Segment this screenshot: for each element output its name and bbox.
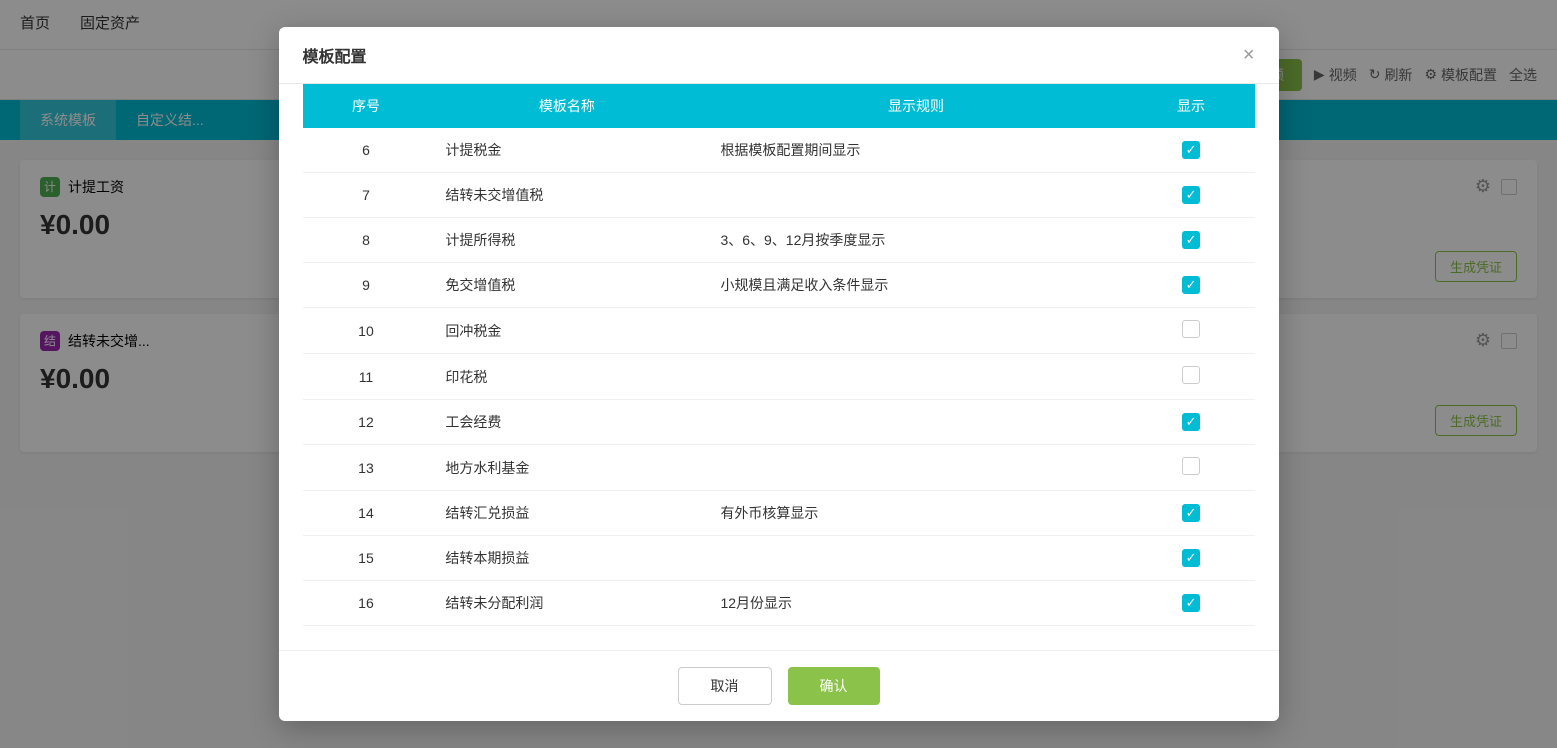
cell-name-3: 免交增值税 [429,263,704,308]
config-table: 序号 模板名称 显示规则 显示 6计提税金根据模板配置期间显示✓7结转未交增值税… [303,84,1255,626]
table-row: 11印花税 [303,354,1255,400]
cell-rule-9 [704,536,1127,581]
cell-check-4 [1128,308,1255,354]
modal-title: 模板配置 [303,43,367,67]
cell-rule-0: 根据模板配置期间显示 [704,128,1127,173]
table-body: 6计提税金根据模板配置期间显示✓7结转未交增值税✓8计提所得税3、6、9、12月… [303,128,1255,626]
col-header-name: 模板名称 [429,84,704,128]
cell-name-2: 计提所得税 [429,218,704,263]
modal-header: 模板配置 × [279,27,1279,84]
col-header-seq: 序号 [303,84,430,128]
cell-rule-2: 3、6、9、12月按季度显示 [704,218,1127,263]
col-header-display: 显示 [1128,84,1255,128]
cell-check-6: ✓ [1128,400,1255,445]
cell-rule-5 [704,354,1127,400]
table-row: 12工会经费 ✓ [303,400,1255,445]
cell-name-9: 结转本期损益 [429,536,704,581]
checkbox-4[interactable] [1182,320,1200,338]
cell-rule-4 [704,308,1127,354]
checkbox-3[interactable]: ✓ [1182,276,1200,294]
cell-seq-3: 9 [303,263,430,308]
modal-overlay: 模板配置 × 序号 模板名称 显示规则 显示 6计提税金根据模板配置期间显示✓7… [0,0,1557,748]
table-row: 8计提所得税3、6、9、12月按季度显示 ✓ [303,218,1255,263]
cell-rule-3: 小规模且满足收入条件显示 [704,263,1127,308]
table-row: 15结转本期损益 ✓ [303,536,1255,581]
checkbox-1[interactable]: ✓ [1182,186,1200,204]
modal-body: 序号 模板名称 显示规则 显示 6计提税金根据模板配置期间显示✓7结转未交增值税… [279,84,1279,650]
cell-check-0: ✓ [1128,128,1255,173]
cell-seq-6: 12 [303,400,430,445]
cell-name-7: 地方水利基金 [429,445,704,491]
cell-name-1: 结转未交增值税 [429,173,704,218]
checkbox-10[interactable]: ✓ [1182,594,1200,612]
cell-seq-9: 15 [303,536,430,581]
cell-check-7 [1128,445,1255,491]
cell-name-8: 结转汇兑损益 [429,491,704,536]
cell-seq-5: 11 [303,354,430,400]
cell-check-2: ✓ [1128,218,1255,263]
cell-seq-7: 13 [303,445,430,491]
cell-name-5: 印花税 [429,354,704,400]
cell-name-6: 工会经费 [429,400,704,445]
cell-rule-6 [704,400,1127,445]
cell-check-10: ✓ [1128,581,1255,626]
checkbox-5[interactable] [1182,366,1200,384]
cell-rule-10: 12月份显示 [704,581,1127,626]
cell-rule-7 [704,445,1127,491]
cell-rule-1 [704,173,1127,218]
modal-footer: 取消 确认 [279,650,1279,721]
table-row: 16结转未分配利润12月份显示 ✓ [303,581,1255,626]
cell-check-3: ✓ [1128,263,1255,308]
modal-close-button[interactable]: × [1243,45,1255,65]
cell-check-8: ✓ [1128,491,1255,536]
modal-template-config: 模板配置 × 序号 模板名称 显示规则 显示 6计提税金根据模板配置期间显示✓7… [279,27,1279,721]
cell-rule-8: 有外币核算显示 [704,491,1127,536]
checkbox-8[interactable]: ✓ [1182,504,1200,522]
cell-seq-10: 16 [303,581,430,626]
cell-seq-1: 7 [303,173,430,218]
cell-name-4: 回冲税金 [429,308,704,354]
table-row: 7结转未交增值税 ✓ [303,173,1255,218]
cell-name-0: 计提税金 [429,128,704,173]
cell-seq-2: 8 [303,218,430,263]
cell-seq-4: 10 [303,308,430,354]
cell-name-10: 结转未分配利润 [429,581,704,626]
table-row: 13地方水利基金 [303,445,1255,491]
confirm-button[interactable]: 确认 [788,667,880,705]
cell-check-5 [1128,354,1255,400]
cancel-button[interactable]: 取消 [678,667,772,705]
cell-seq-8: 14 [303,491,430,536]
checkbox-0[interactable]: ✓ [1182,141,1200,159]
cell-check-9: ✓ [1128,536,1255,581]
cell-check-1: ✓ [1128,173,1255,218]
table-row: 6计提税金根据模板配置期间显示 ✓ [303,128,1255,173]
checkbox-6[interactable]: ✓ [1182,413,1200,431]
table-row: 14结转汇兑损益有外币核算显示 ✓ [303,491,1255,536]
col-header-rule: 显示规则 [704,84,1127,128]
checkbox-7[interactable] [1182,457,1200,475]
table-row: 9免交增值税小规模且满足收入条件显示 ✓ [303,263,1255,308]
cell-seq-0: 6 [303,128,430,173]
table-row: 10回冲税金 [303,308,1255,354]
checkbox-9[interactable]: ✓ [1182,549,1200,567]
table-header: 序号 模板名称 显示规则 显示 [303,84,1255,128]
checkbox-2[interactable]: ✓ [1182,231,1200,249]
